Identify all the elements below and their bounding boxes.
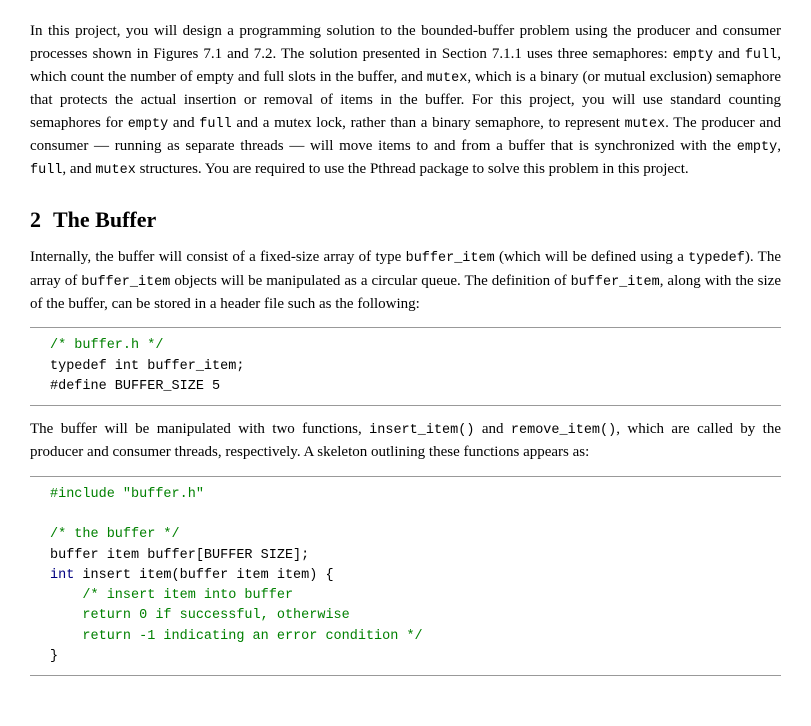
intro-paragraph: In this project, you will design a progr… — [30, 20, 781, 181]
code-line-comment-4: return -1 indicating an error condition … — [50, 627, 761, 647]
buffer-text-4: objects will be manipulated as a circula… — [170, 273, 570, 289]
intro-code-mutex-3: mutex — [95, 163, 136, 178]
code-line-1: /* buffer.h */ — [50, 336, 761, 356]
buffer-code-remove: remove_item() — [511, 423, 616, 438]
code-block-1: /* buffer.h */ typedef int buffer_item; … — [30, 327, 781, 406]
intro-and-2: and — [168, 115, 199, 131]
intro-code-mutex: mutex — [427, 71, 468, 86]
intro-code-mutex-2: mutex — [625, 117, 666, 132]
code-line-comment-2: /* insert item into buffer — [50, 586, 761, 606]
code-line-2: typedef int buffer_item; — [50, 357, 761, 377]
buffer-code-item-3: buffer_item — [571, 275, 660, 290]
code-line-3: #define BUFFER_SIZE 5 — [50, 377, 761, 397]
buffer-text-6: The buffer will be manipulated with two … — [30, 421, 369, 437]
code-line-blank — [50, 505, 761, 525]
page-content: In this project, you will design a progr… — [30, 20, 781, 676]
section-2-title: The Buffer — [53, 207, 156, 232]
code-line-comment-3: return 0 if successful, otherwise — [50, 606, 761, 626]
intro-code-full-3: full — [30, 163, 62, 178]
code-line-insert-fn: int insert item(buffer item item) { — [50, 566, 761, 586]
buffer-paragraph-1: Internally, the buffer will consist of a… — [30, 246, 781, 315]
code-line-include: #include "buffer.h" — [50, 485, 761, 505]
intro-code-full: full — [745, 48, 777, 63]
buffer-paragraph-2: The buffer will be manipulated with two … — [30, 418, 781, 464]
intro-text-4: and a mutex lock, rather than a binary s… — [232, 115, 625, 131]
intro-text-6: structures. You are required to use the … — [136, 161, 689, 177]
intro-text-1: In this project, you will design a progr… — [30, 23, 781, 62]
intro-code-empty: empty — [673, 48, 714, 63]
section-2-number: 2 — [30, 207, 41, 232]
buffer-code-insert: insert_item() — [369, 423, 474, 438]
buffer-code-typedef: typedef — [688, 251, 745, 266]
intro-and-1: and — [713, 46, 745, 62]
intro-code-full-2: full — [199, 117, 231, 132]
code-line-comment-1: /* the buffer */ — [50, 525, 761, 545]
buffer-text-7: and — [474, 421, 510, 437]
intro-comma-2: , and — [62, 161, 95, 177]
code-line-close-brace: } — [50, 647, 761, 667]
code-block-2: #include "buffer.h" /* the buffer */ buf… — [30, 476, 781, 676]
buffer-code-item-1: buffer_item — [406, 251, 495, 266]
intro-code-empty-3: empty — [737, 140, 778, 155]
intro-code-empty-2: empty — [128, 117, 169, 132]
buffer-text-2: (which will be defined using a — [495, 249, 688, 265]
buffer-text-1: Internally, the buffer will consist of a… — [30, 249, 406, 265]
section-2-heading: 2 The Buffer — [30, 203, 781, 236]
code-line-buffer-decl: buffer item buffer[BUFFER SIZE]; — [50, 546, 761, 566]
intro-comma-1: , — [777, 138, 781, 154]
buffer-code-item-2: buffer_item — [81, 275, 170, 290]
